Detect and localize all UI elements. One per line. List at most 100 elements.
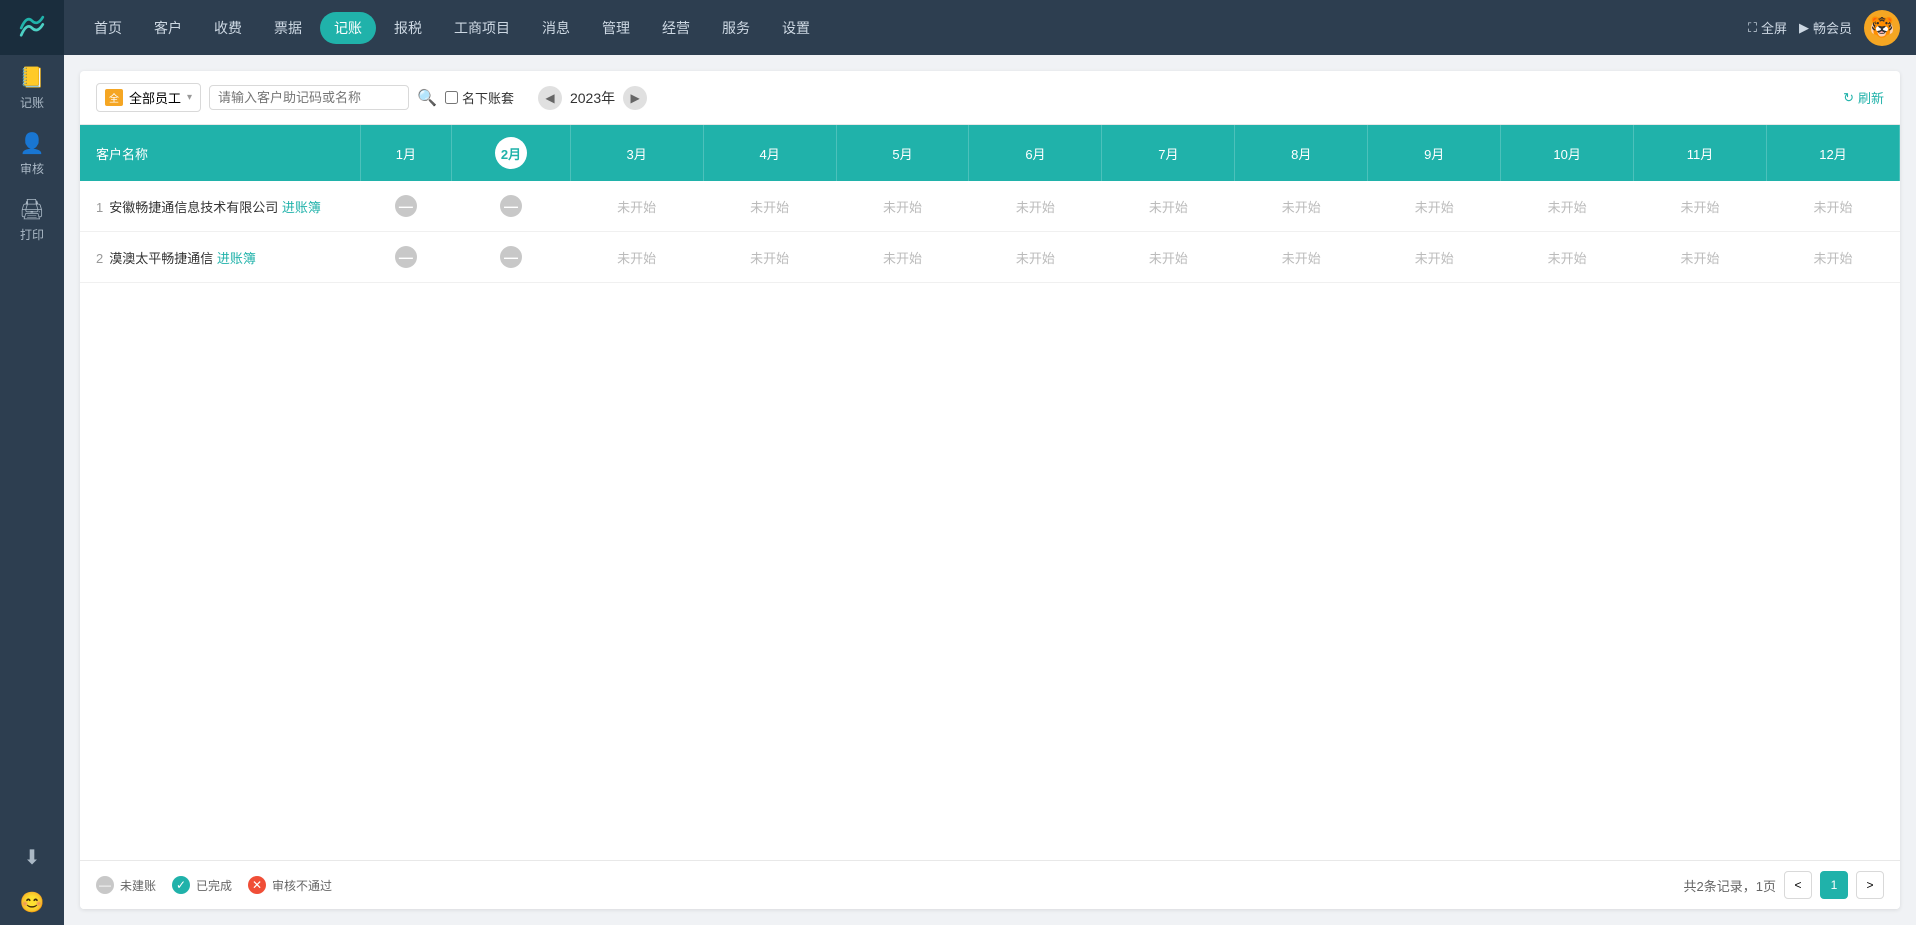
table-wrapper: 客户名称 1月 2月 3月 4月 5月 6月 <box>80 125 1900 860</box>
total-text: 共2条记录，1页 <box>1684 876 1776 895</box>
sidebar-item-support[interactable]: 😊 <box>0 880 64 925</box>
cell-m10: 未开始 <box>1501 232 1634 283</box>
page-1-button[interactable]: 1 <box>1820 871 1848 899</box>
not-built-dot: — <box>96 876 114 894</box>
next-year-button[interactable]: ▶ <box>623 86 647 110</box>
cell-m12: 未开始 <box>1767 232 1900 283</box>
prev-year-button[interactable]: ◀ <box>538 86 562 110</box>
legend-completed: ✓ 已完成 <box>172 876 232 894</box>
topbar: 首页 客户 收费 票据 记账 报税 工商项目 消息 管理 经营 服务 设置 ⛶ … <box>64 0 1916 55</box>
status-not-started: 未开始 <box>1016 251 1055 266</box>
status-not-started: 未开始 <box>617 251 656 266</box>
col-name: 客户名称 <box>80 125 360 181</box>
employee-select-label: 全部员工 <box>129 88 181 107</box>
col-m5: 5月 <box>836 125 969 181</box>
status-not-started: 未开始 <box>617 200 656 215</box>
sidebar-bottom: ⬇ 😊 <box>0 835 64 925</box>
status-not-started: 未开始 <box>750 251 789 266</box>
cell-m8: 未开始 <box>1235 181 1368 232</box>
enter-ledger-link[interactable]: 进账簿 <box>282 200 321 215</box>
status-not-started: 未开始 <box>1282 251 1321 266</box>
main-table: 客户名称 1月 2月 3月 4月 5月 6月 <box>80 125 1900 283</box>
not-built-label: 未建账 <box>120 877 156 894</box>
nav-bookkeeping[interactable]: 记账 <box>320 12 376 44</box>
sidebar-item-download[interactable]: ⬇ <box>0 835 64 880</box>
refresh-button[interactable]: ↻ 刷新 <box>1843 88 1884 107</box>
status-not-built: — <box>500 195 522 217</box>
refresh-icon: ↻ <box>1843 90 1854 106</box>
cell-m10: 未开始 <box>1501 181 1634 232</box>
rejected-dot: ✕ <box>248 876 266 894</box>
bookkeeping-icon: 📒 <box>20 65 45 90</box>
status-not-started: 未开始 <box>1813 200 1852 215</box>
rejected-label: 审核不通过 <box>272 877 332 894</box>
next-page-button[interactable]: > <box>1856 871 1884 899</box>
col-m10: 10月 <box>1501 125 1634 181</box>
nav-services[interactable]: 服务 <box>708 12 764 44</box>
fullscreen-icon: ⛶ <box>1748 20 1757 36</box>
chevron-down-icon: ▾ <box>187 92 192 103</box>
cell-m4: 未开始 <box>703 232 836 283</box>
nav-settings[interactable]: 设置 <box>768 12 824 44</box>
status-not-started: 未开始 <box>1548 200 1587 215</box>
cell-name: 1安徽畅捷通信息技术有限公司 进账簿 <box>80 181 360 232</box>
nav-billing[interactable]: 收费 <box>200 12 256 44</box>
cell-name: 2漠澳太平畅捷通信 进账簿 <box>80 232 360 283</box>
status-not-started: 未开始 <box>1415 251 1454 266</box>
content: 全 全部员工 ▾ 🔍 名下账套 ◀ 2023年 ▶ ↻ 刷新 <box>64 55 1916 925</box>
year-nav: ◀ 2023年 ▶ <box>538 86 647 110</box>
cell-m8: 未开始 <box>1235 232 1368 283</box>
search-input[interactable] <box>209 85 409 110</box>
status-not-started: 未开始 <box>1282 200 1321 215</box>
employee-select[interactable]: 全 全部员工 ▾ <box>96 83 201 112</box>
avatar[interactable]: 🐯 <box>1864 10 1900 46</box>
nav-tax[interactable]: 报税 <box>380 12 436 44</box>
nav-customer[interactable]: 客户 <box>140 12 196 44</box>
sidebar-item-print[interactable]: 🖨 打印 <box>0 187 64 253</box>
table-row: 2漠澳太平畅捷通信 进账簿 — — 未开始 未开始 未开始 未开始 未开始 未开始 未开始 未开始 未… <box>80 232 1900 283</box>
search-button[interactable]: 🔍 <box>417 88 437 108</box>
cell-m6: 未开始 <box>969 181 1102 232</box>
nav-management[interactable]: 管理 <box>588 12 644 44</box>
col-m2: 2月 <box>452 125 570 181</box>
sidebar-item-bookkeeping[interactable]: 📒 记账 <box>0 55 64 121</box>
print-icon: 🖨 <box>19 197 44 222</box>
col-m6: 6月 <box>969 125 1102 181</box>
col-m4: 4月 <box>703 125 836 181</box>
main-card: 全 全部员工 ▾ 🔍 名下账套 ◀ 2023年 ▶ ↻ 刷新 <box>80 71 1900 909</box>
nav-operations[interactable]: 经营 <box>648 12 704 44</box>
nav-messages[interactable]: 消息 <box>528 12 584 44</box>
status-not-started: 未开始 <box>1548 251 1587 266</box>
pagination: 共2条记录，1页 < 1 > <box>1684 871 1884 899</box>
cell-m1: — <box>360 181 452 232</box>
status-not-started: 未开始 <box>883 200 922 215</box>
nav-home[interactable]: 首页 <box>80 12 136 44</box>
checkbox-label[interactable]: 名下账套 <box>445 88 514 107</box>
sidebar-item-bookkeeping-label: 记账 <box>20 94 44 111</box>
status-not-started: 未开始 <box>1681 251 1720 266</box>
cell-m7: 未开始 <box>1102 232 1235 283</box>
nav-bizitems[interactable]: 工商项目 <box>440 12 524 44</box>
cell-m5: 未开始 <box>836 181 969 232</box>
sidebar-item-audit[interactable]: 👤 审核 <box>0 121 64 187</box>
col-m8: 8月 <box>1235 125 1368 181</box>
fullscreen-button[interactable]: ⛶ 全屏 <box>1748 18 1787 37</box>
row-name: 漠澳太平畅捷通信 <box>109 251 213 266</box>
prev-page-button[interactable]: < <box>1784 871 1812 899</box>
employee-badge: 全 <box>105 89 123 106</box>
cell-m6: 未开始 <box>969 232 1102 283</box>
col-m12: 12月 <box>1767 125 1900 181</box>
status-not-built: — <box>395 246 417 268</box>
sidebar-item-audit-label: 审核 <box>20 160 44 177</box>
nav-invoice[interactable]: 票据 <box>260 12 316 44</box>
enter-ledger-link[interactable]: 进账簿 <box>217 251 256 266</box>
status-not-started: 未开始 <box>1016 200 1055 215</box>
main-area: 首页 客户 收费 票据 记账 报税 工商项目 消息 管理 经营 服务 设置 ⛶ … <box>64 0 1916 925</box>
cell-m2: — <box>452 232 570 283</box>
vip-button[interactable]: ▶ 畅会员 <box>1799 18 1852 37</box>
sidebar-logo <box>0 0 64 55</box>
cell-m5: 未开始 <box>836 232 969 283</box>
status-not-built: — <box>500 246 522 268</box>
cell-m3: 未开始 <box>570 232 703 283</box>
account-checkbox[interactable] <box>445 91 458 104</box>
